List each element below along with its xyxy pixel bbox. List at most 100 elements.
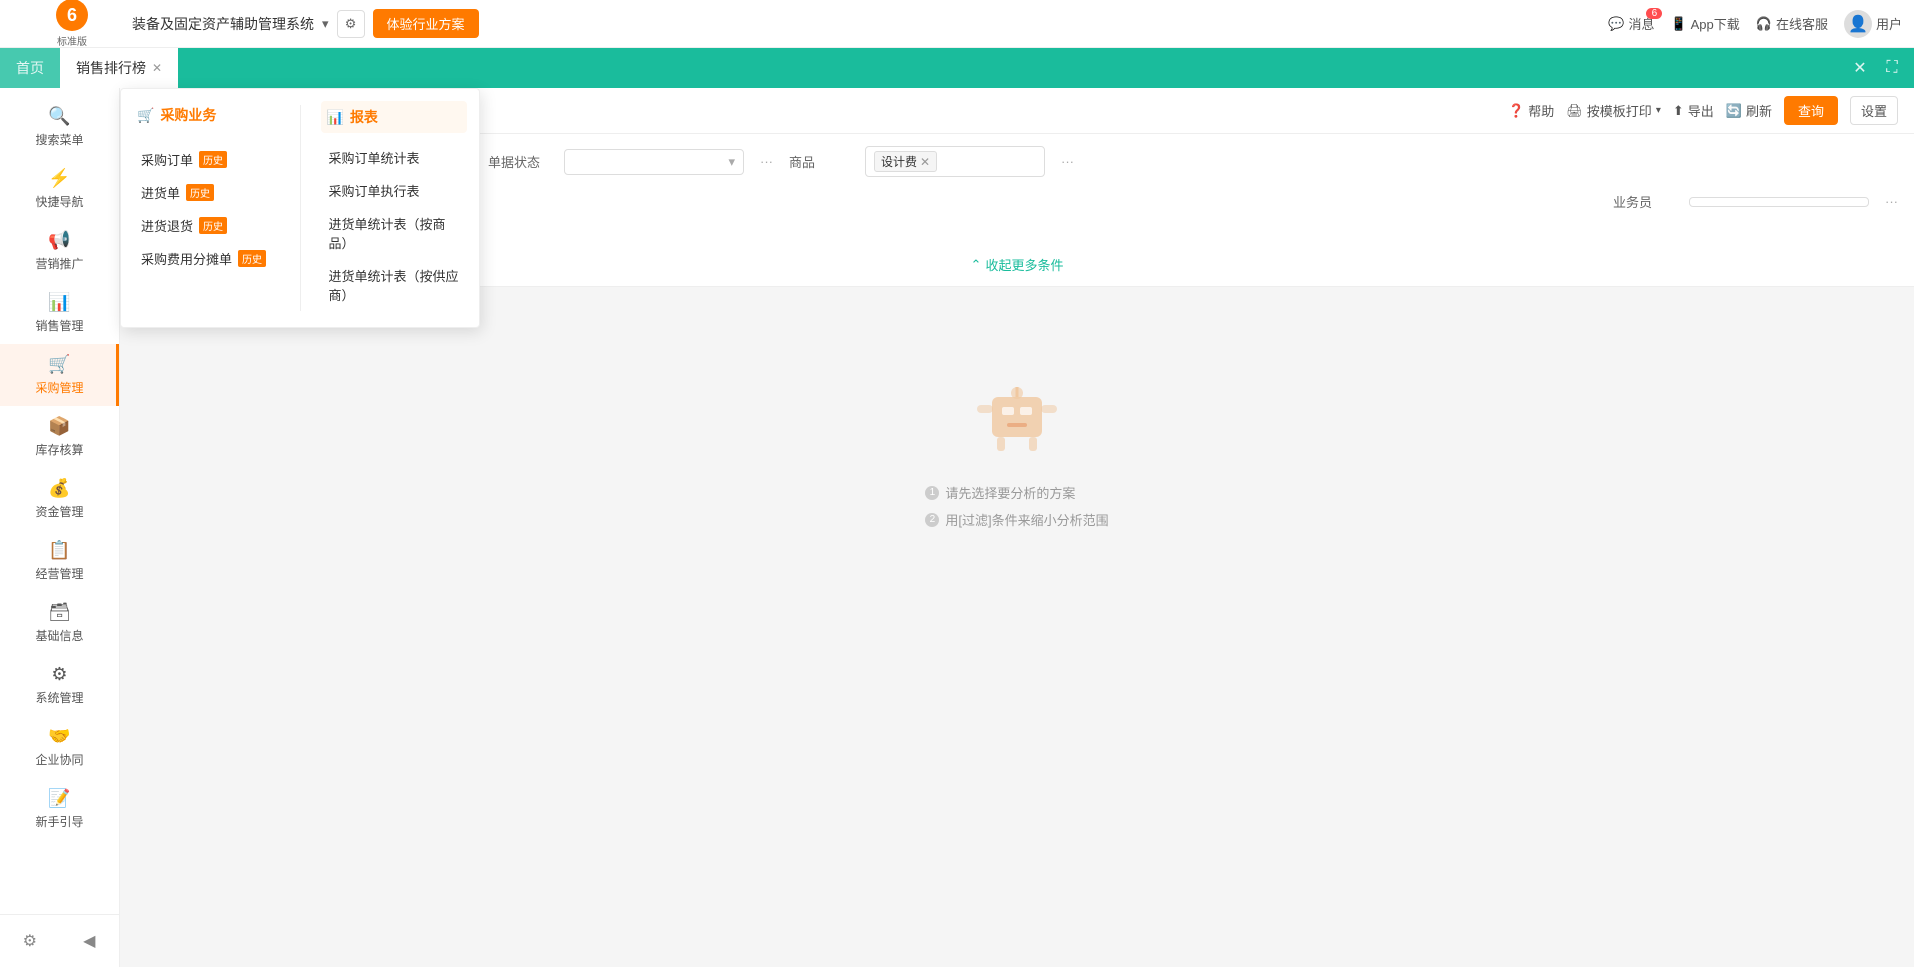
sidebar-item-nav-label: 快捷导航 [35,193,83,210]
sidebar-item-ops-label: 经营管理 [35,565,83,582]
sidebar-item-coop-label: 企业协同 [35,751,83,768]
export-button[interactable]: ⬆ 导出 [1673,101,1714,120]
tab-sales-rank-label: 销售排行榜 [76,58,146,78]
product-more[interactable]: ··· [1061,154,1074,169]
tab-close-icon[interactable]: ✕ [152,61,162,75]
ops-icon: 📋 [48,540,70,561]
help-label: 帮助 [1528,101,1554,120]
salesperson-filter-control[interactable] [1689,197,1869,207]
main-layout: 🔍 搜索菜单 ⚡ 快捷导航 📢 营销推广 📊 销售管理 🛒 采购管理 📦 库存核… [0,88,1914,967]
tab-right-actions: ✕ ⛶ [1846,48,1914,88]
sidebar-item-nav[interactable]: ⚡ 快捷导航 [0,158,119,220]
query-button[interactable]: 查询 [1784,96,1838,125]
doc-status-label: 单据状态 [488,152,548,171]
dropdown-item-purchase-order[interactable]: 采购订单 历史 [137,143,276,176]
doc-status-chevron-icon: ▾ [728,154,735,170]
order-stat-label: 采购订单统计表 [329,148,420,167]
sidebar-item-system[interactable]: ⚙ 系统管理 [0,654,119,716]
sidebar-item-sales[interactable]: 📊 销售管理 [0,282,119,344]
basic-icon: 🗃 [48,602,71,623]
sidebar-settings-button[interactable]: ⚙ [12,923,48,959]
sales-icon: 📊 [48,292,70,313]
sidebar-item-purchase[interactable]: 🛒 采购管理 [0,344,119,406]
dropdown-item-inbound[interactable]: 进货单 历史 [137,176,276,209]
sidebar-item-search-label: 搜索菜单 [35,131,83,148]
dropdown-item-inbound-supplier[interactable]: 进货单统计表（按供应商） [325,259,464,311]
industry-button[interactable]: 体验行业方案 [373,9,479,38]
report-col: 📊 报表 采购订单统计表 采购订单执行表 进货单统计表（按商品） 进货单统计表（… [325,105,464,311]
purchase-col-title: 采购业务 [160,105,216,125]
message-button[interactable]: 💬 消息 6 [1608,14,1654,33]
print-button[interactable]: 🖨 按模板打印 ▾ [1566,101,1661,120]
print-label: 按模板打印 [1587,101,1652,120]
purchase-order-label: 采购订单 [141,150,193,169]
setting-button[interactable]: 设置 [1850,96,1898,125]
print-chevron-icon[interactable]: ▾ [1656,105,1661,116]
sidebar-item-basic[interactable]: 🗃 基础信息 [0,592,119,654]
empty-text: 1 请先选择要分析的方案 2 用[过滤]条件来缩小分析范围 [925,483,1108,529]
app-download-button[interactable]: 📱 App下载 [1670,14,1739,33]
product-tag-close-icon[interactable]: ✕ [920,155,930,169]
inbound-supplier-label: 进货单统计表（按供应商） [329,266,460,304]
coop-icon: 🤝 [48,726,70,747]
order-exec-label: 采购订单执行表 [329,181,420,200]
sidebar-item-stock[interactable]: 📦 库存核算 [0,406,119,468]
hint-dot-2: 2 [925,513,939,527]
report-col-icon: 📊 [327,109,344,126]
dropdown-item-order-stat[interactable]: 采购订单统计表 [325,141,464,174]
help-button[interactable]: ❓ 帮助 [1508,101,1554,120]
product-filter-control[interactable]: 设计费 ✕ [865,146,1045,177]
sidebar-collapse-button[interactable]: ◀ [71,923,107,959]
tab-close-window-icon[interactable]: ✕ [1846,54,1874,82]
message-badge: 6 [1646,8,1662,19]
refresh-label: 刷新 [1746,101,1772,120]
app-download-label: App下载 [1691,14,1740,33]
dropdown-divider [300,105,301,311]
logo-area: 6 标准版 [12,0,132,48]
sidebar-item-search[interactable]: 🔍 搜索菜单 [0,96,119,158]
empty-hint-1: 1 请先选择要分析的方案 [925,483,1108,502]
cost-label: 采购费用分摊单 [141,249,232,268]
refresh-button[interactable]: 🔄 刷新 [1726,101,1772,120]
sidebar-item-coop[interactable]: 🤝 企业协同 [0,716,119,778]
export-icon: ⬆ [1673,103,1684,119]
user-button[interactable]: 👤 用户 [1844,10,1902,38]
dropdown-item-cost[interactable]: 采购费用分摊单 历史 [137,242,276,275]
hist-badge-2: 历史 [199,217,227,234]
report-col-title: 报表 [350,107,378,127]
online-service-button[interactable]: 🎧 在线客服 [1756,14,1828,33]
doc-status-more[interactable]: ··· [760,154,773,169]
empty-state: 1 请先选择要分析的方案 2 用[过滤]条件来缩小分析范围 [120,287,1914,609]
sidebar-item-ops[interactable]: 📋 经营管理 [0,530,119,592]
user-label: 用户 [1876,14,1902,33]
tab-sales-rank[interactable]: 销售排行榜 ✕ [60,48,178,88]
online-service-label: 在线客服 [1776,14,1828,33]
dropdown-item-order-exec[interactable]: 采购订单执行表 [325,174,464,207]
search-icon: 🔍 [48,106,70,127]
dropdown-item-return[interactable]: 进货退货 历史 [137,209,276,242]
system-name: 装备及固定资产辅助管理系统 [132,14,314,34]
headset-icon: 🎧 [1756,16,1772,32]
doc-status-control[interactable]: ▾ [564,149,744,175]
collapse-button[interactable]: ⌃ 收起更多条件 [971,255,1064,274]
guide-icon: 📝 [48,788,70,809]
product-tag-value: 设计费 [881,153,917,170]
refresh-icon: 🔄 [1726,103,1742,119]
product-filter-label: 商品 [789,152,849,171]
sidebar-item-guide[interactable]: 📝 新手引导 [0,778,119,840]
hist-badge-3: 历史 [238,250,266,267]
tab-maximize-icon[interactable]: ⛶ [1878,54,1906,82]
settings-button[interactable]: ⚙ [337,10,365,38]
system-dropdown-icon[interactable] [322,16,329,32]
sidebar-item-promo[interactable]: 📢 营销推广 [0,220,119,282]
tab-home[interactable]: 首页 [0,48,60,88]
help-icon: ❓ [1508,103,1524,119]
logo-icon: 6 [56,0,88,31]
salesperson-more[interactable]: ··· [1885,194,1898,209]
sidebar-item-fund[interactable]: 💰 资金管理 [0,468,119,530]
dropdown-item-inbound-product[interactable]: 进货单统计表（按商品） [325,207,464,259]
sidebar-item-guide-label: 新手引导 [35,813,83,830]
purchase-col-header: 🛒 采购业务 [137,105,276,131]
empty-hint-2-text: 用[过滤]条件来缩小分析范围 [945,510,1108,529]
empty-hint-1-text: 请先选择要分析的方案 [945,483,1075,502]
